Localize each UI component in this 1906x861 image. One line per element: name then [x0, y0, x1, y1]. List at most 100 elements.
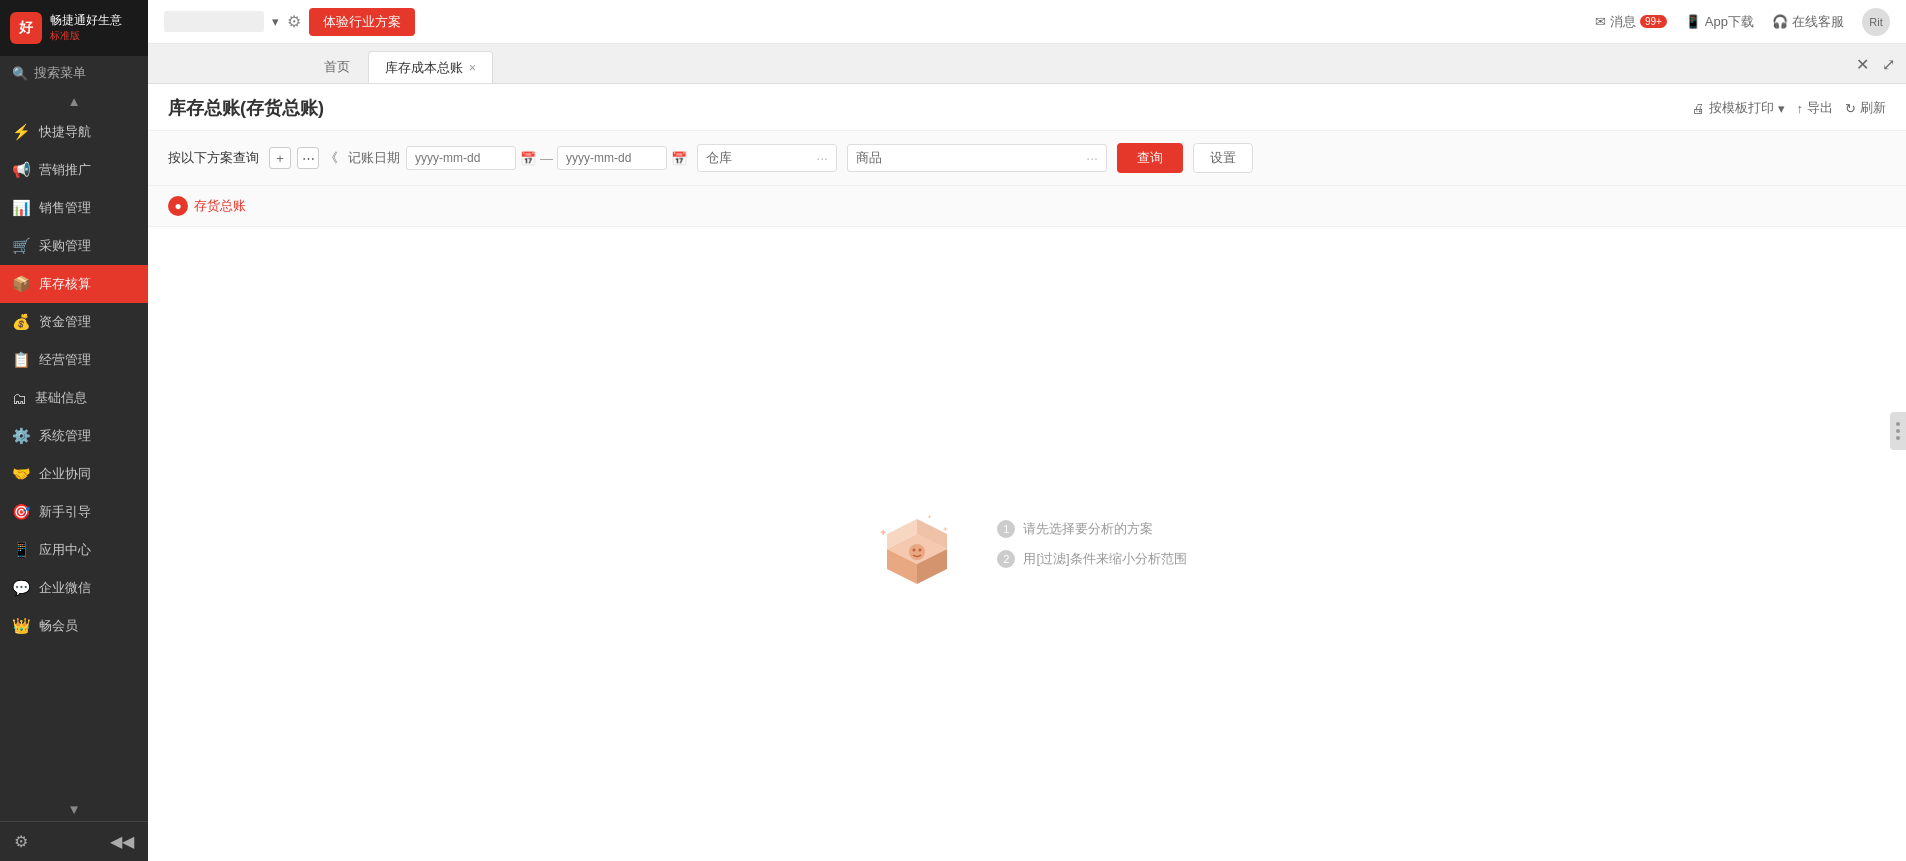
- sidebar-item-newbie[interactable]: 🎯 新手引导: [0, 493, 148, 531]
- tab-inventory-cost[interactable]: 库存成本总账 ×: [368, 51, 493, 83]
- page-header: 库存总账(存货总账) 🖨 按模板打印 ▾ ↑ 导出 ↻ 刷新: [148, 84, 1906, 131]
- sidebar-item-purchase[interactable]: 🛒 采购管理: [0, 227, 148, 265]
- sidebar-nav: ⚡ 快捷导航 📢 营销推广 📊 销售管理 🛒 采购管理 📦 库存核算 💰 资金管…: [0, 113, 148, 798]
- filter-actions: + ⋯ 《: [269, 147, 338, 169]
- tip-number-2: 2: [997, 550, 1015, 568]
- date-start-input[interactable]: [406, 146, 516, 170]
- scroll-up-btn[interactable]: ▲: [0, 90, 148, 113]
- empty-tip-1: 1 请先选择要分析的方案: [997, 520, 1186, 538]
- sidebar-item-system[interactable]: ⚙️ 系统管理: [0, 417, 148, 455]
- main-area: ▾ ⚙ 体验行业方案 ✉ 消息 99+ 📱 App下载 🎧 在线客服 Rit: [148, 0, 1906, 861]
- online-service-btn[interactable]: 🎧 在线客服: [1772, 13, 1844, 31]
- sidebar-item-basic[interactable]: 🗂 基础信息: [0, 379, 148, 417]
- tab-panel-close-btn[interactable]: ✕: [1848, 50, 1876, 78]
- svg-point-5: [909, 544, 925, 560]
- sidebar-item-sales[interactable]: 📊 销售管理: [0, 189, 148, 227]
- page-title: 库存总账(存货总账): [168, 96, 324, 120]
- refresh-btn[interactable]: ↻ 刷新: [1845, 99, 1886, 117]
- sidebar-item-member[interactable]: 👑 畅会员: [0, 607, 148, 645]
- wechat-icon: 💬: [12, 579, 31, 597]
- right-panel-toggle[interactable]: [1890, 412, 1906, 450]
- tabbar: 首页 库存成本总账 × ✕ ⤢: [148, 44, 1906, 84]
- svg-point-6: [913, 549, 916, 552]
- empty-tip-2: 2 用[过滤]条件来缩小分析范围: [997, 550, 1186, 568]
- sidebar-label-inventory: 库存核算: [39, 275, 91, 293]
- sidebar-label-member: 畅会员: [39, 617, 78, 635]
- export-icon: ↑: [1797, 101, 1804, 116]
- tip-number-1: 1: [997, 520, 1015, 538]
- sales-icon: 📊: [12, 199, 31, 217]
- query-btn[interactable]: 查询: [1117, 143, 1183, 173]
- printer-icon: 🖨: [1692, 101, 1705, 116]
- filter-add-btn[interactable]: +: [269, 147, 291, 169]
- tip-text-2: 用[过滤]条件来缩小分析范围: [1023, 550, 1186, 568]
- date-end-input[interactable]: [557, 146, 667, 170]
- sidebar-item-wechat[interactable]: 💬 企业微信: [0, 569, 148, 607]
- app-download-label: App下载: [1705, 13, 1754, 31]
- online-service-label: 在线客服: [1792, 13, 1844, 31]
- settings-btn[interactable]: 设置: [1193, 143, 1253, 173]
- date-field: 记账日期 📅 — 📅: [348, 146, 687, 170]
- product-select[interactable]: 商品 ···: [847, 144, 1107, 172]
- filter-row: 记账日期 📅 — 📅 仓库 ···: [348, 143, 1886, 173]
- page-header-actions: 🖨 按模板打印 ▾ ↑ 导出 ↻ 刷新: [1692, 99, 1887, 117]
- topbar-right: ✉ 消息 99+ 📱 App下载 🎧 在线客服 Rit: [1595, 8, 1890, 36]
- breadcrumb: [164, 11, 264, 32]
- sidebar-label-basic: 基础信息: [35, 389, 87, 407]
- messages-badge: 99+: [1640, 15, 1667, 28]
- app-download-btn[interactable]: 📱 App下载: [1685, 13, 1754, 31]
- empty-tips: 1 请先选择要分析的方案 2 用[过滤]条件来缩小分析范围: [997, 520, 1186, 568]
- calendar-end-icon[interactable]: 📅: [671, 151, 687, 166]
- tab-close-icon[interactable]: ×: [469, 61, 476, 75]
- sidebar-item-quick-nav[interactable]: ⚡ 快捷导航: [0, 113, 148, 151]
- sidebar-label-app-center: 应用中心: [39, 541, 91, 559]
- date-separator: —: [540, 151, 553, 166]
- tab-expand-btn[interactable]: ⤢: [1874, 50, 1902, 78]
- home-tab-label: 首页: [324, 58, 350, 76]
- svg-text:✦: ✦: [927, 514, 932, 520]
- export-btn[interactable]: ↑ 导出: [1797, 99, 1834, 117]
- sidebar-logo: 好 畅捷通好生意 标准版: [0, 0, 148, 56]
- sidebar-item-marketing[interactable]: 📢 营销推广: [0, 151, 148, 189]
- product-more-icon[interactable]: ···: [1086, 150, 1098, 166]
- inventory-icon: 📦: [12, 275, 31, 293]
- business-icon: 📋: [12, 351, 31, 369]
- sidebar-search[interactable]: 🔍 搜索菜单: [0, 56, 148, 90]
- sidebar: 好 畅捷通好生意 标准版 🔍 搜索菜单 ▲ ⚡ 快捷导航 📢 营销推广 📊 销售…: [0, 0, 148, 861]
- sidebar-label-enterprise: 企业协同: [39, 465, 91, 483]
- filter-options-btn[interactable]: ⋯: [297, 147, 319, 169]
- print-template-btn[interactable]: 🖨 按模板打印 ▾: [1692, 99, 1785, 117]
- empty-state: ✦ ✦ ✦ 1 请先选择要分析的方案 2 用[过滤]条件来缩小分析范围: [148, 227, 1906, 861]
- calendar-start-icon[interactable]: 📅: [520, 151, 536, 166]
- footer-settings-icon[interactable]: ⚙: [14, 832, 28, 851]
- sidebar-item-finance[interactable]: 💰 资金管理: [0, 303, 148, 341]
- sidebar-item-inventory[interactable]: 📦 库存核算: [0, 265, 148, 303]
- filter-collapse-btn[interactable]: 《: [325, 149, 338, 167]
- user-avatar[interactable]: Rit: [1862, 8, 1890, 36]
- sidebar-label-sales: 销售管理: [39, 199, 91, 217]
- warehouse-select[interactable]: 仓库 ···: [697, 144, 837, 172]
- user-name: Rit: [1869, 16, 1882, 28]
- warehouse-more-icon[interactable]: ···: [816, 150, 828, 166]
- enterprise-icon: 🤝: [12, 465, 31, 483]
- topbar-settings-icon[interactable]: ⚙: [287, 12, 301, 31]
- scroll-down-btn[interactable]: ▼: [0, 798, 148, 821]
- messages-btn[interactable]: ✉ 消息 99+: [1595, 13, 1667, 31]
- dropdown-arrow-icon[interactable]: ▾: [272, 14, 279, 29]
- svg-point-7: [919, 549, 922, 552]
- scheme-item[interactable]: ● 存货总账: [168, 196, 246, 216]
- svg-text:✦: ✦: [942, 525, 949, 534]
- sidebar-item-enterprise[interactable]: 🤝 企业协同: [0, 455, 148, 493]
- sidebar-label-quick-nav: 快捷导航: [39, 123, 91, 141]
- tab-home[interactable]: 首页: [308, 51, 366, 83]
- basic-icon: 🗂: [12, 390, 27, 407]
- footer-collapse-icon[interactable]: ◀◀: [110, 832, 134, 851]
- topbar-left: ▾ ⚙ 体验行业方案: [164, 8, 1585, 36]
- purchase-icon: 🛒: [12, 237, 31, 255]
- search-icon: 🔍: [12, 66, 28, 81]
- refresh-label: 刷新: [1860, 99, 1886, 117]
- sidebar-item-app-center[interactable]: 📱 应用中心: [0, 531, 148, 569]
- sidebar-item-business[interactable]: 📋 经营管理: [0, 341, 148, 379]
- industry-btn[interactable]: 体验行业方案: [309, 8, 415, 36]
- scheme-icon: ●: [168, 196, 188, 216]
